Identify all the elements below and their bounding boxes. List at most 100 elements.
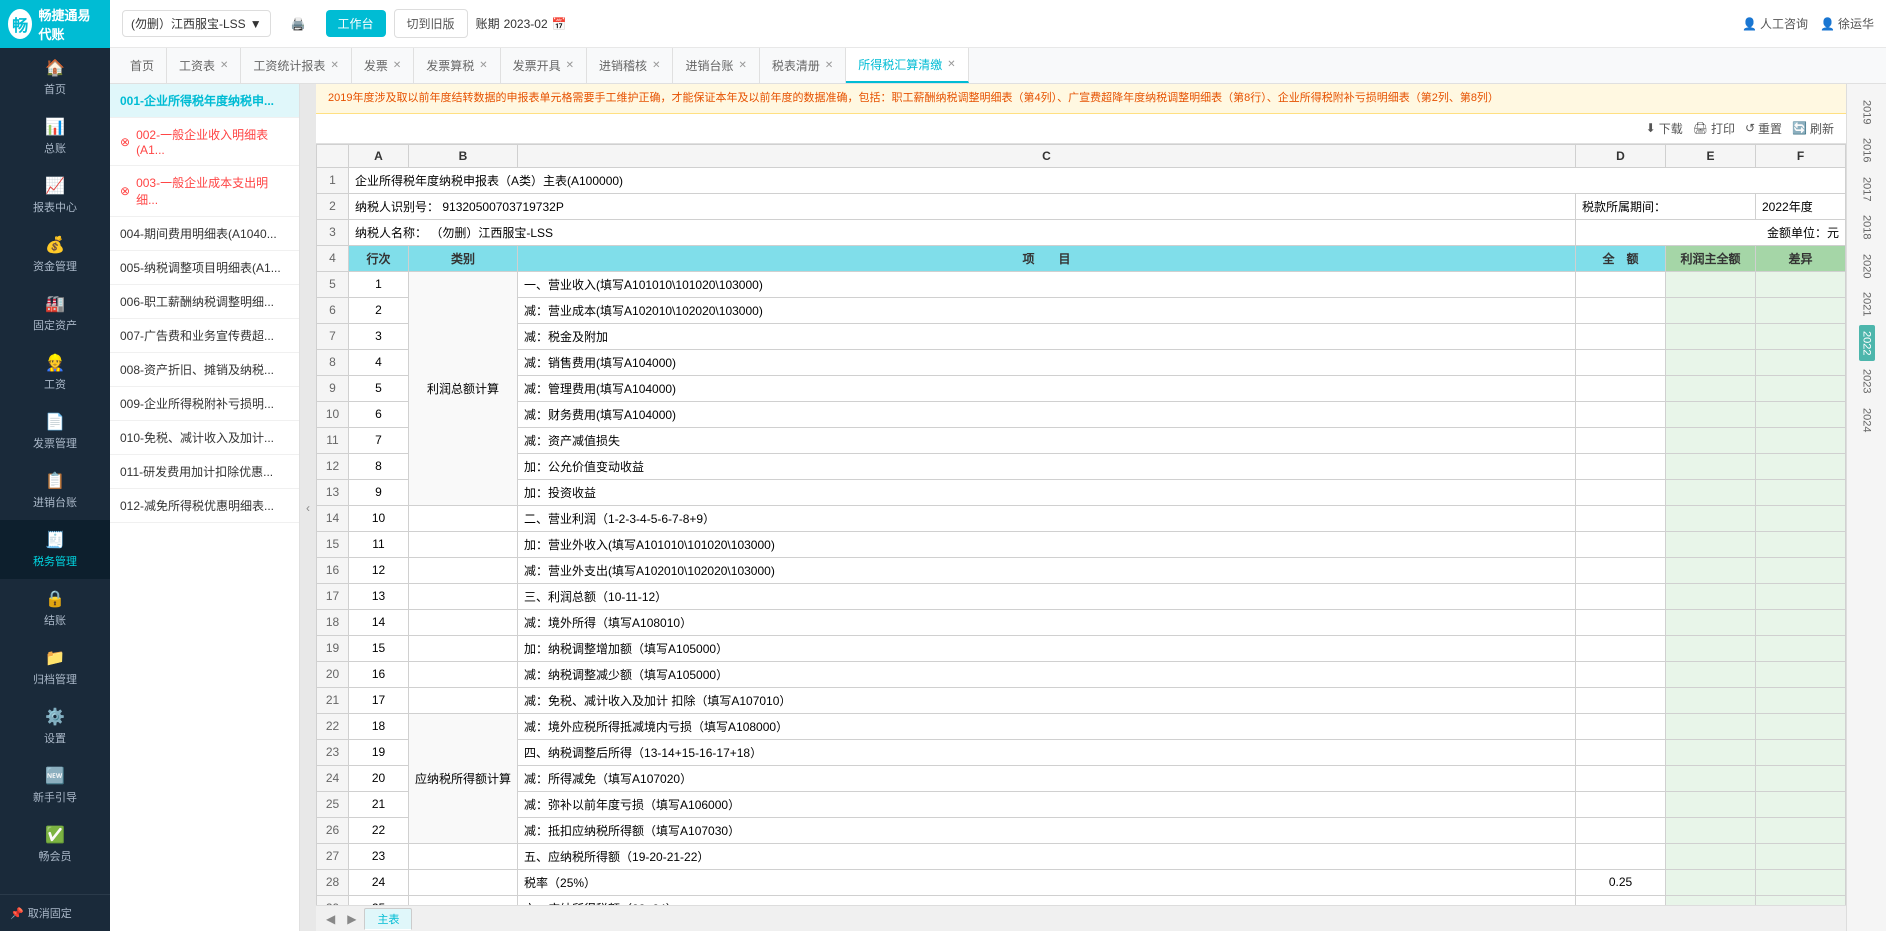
row-2-diff[interactable] bbox=[1756, 297, 1846, 323]
row-7-item[interactable]: 减：资产减值损失 bbox=[518, 427, 1576, 453]
row-17-amount[interactable] bbox=[1576, 687, 1666, 713]
row-4-item[interactable]: 减：销售费用(填写A104000) bbox=[518, 349, 1576, 375]
row-10-num[interactable]: 10 bbox=[349, 505, 409, 531]
row-15-amount[interactable] bbox=[1576, 635, 1666, 661]
row-9-amount[interactable] bbox=[1576, 479, 1666, 505]
row-16-item[interactable]: 减：纳税调整减少额（填写A105000） bbox=[518, 661, 1576, 687]
sidebar-item-tax[interactable]: 🧾 税务管理 bbox=[0, 520, 110, 579]
row-12-diff[interactable] bbox=[1756, 557, 1846, 583]
row-15-num[interactable]: 15 bbox=[349, 635, 409, 661]
row-5-item[interactable]: 减：管理费用(填写A104000) bbox=[518, 375, 1576, 401]
sidebar-item-sales[interactable]: 📋 进销台账 bbox=[0, 461, 110, 520]
row-18-num[interactable]: 18 bbox=[349, 713, 409, 739]
row-19-profit[interactable] bbox=[1666, 739, 1756, 765]
row-20-profit[interactable] bbox=[1666, 765, 1756, 791]
row-10-diff[interactable] bbox=[1756, 505, 1846, 531]
row-24-profit[interactable] bbox=[1666, 869, 1756, 895]
year-item-2023[interactable]: 2023 bbox=[1859, 363, 1875, 399]
row-21-amount[interactable] bbox=[1576, 791, 1666, 817]
row-20-diff[interactable] bbox=[1756, 765, 1846, 791]
company-selector[interactable]: (勿删）江西服宝-LSS ▼ bbox=[122, 10, 271, 37]
table-row[interactable]: 21 17 减：免税、减计收入及加计 扣除（填写A107010） bbox=[317, 687, 1846, 713]
tab-invoice-calc-close[interactable]: ✕ bbox=[479, 60, 487, 71]
table-row[interactable]: 29 25 六、应纳所得税额（23×24） bbox=[317, 895, 1846, 905]
sidebar-item-archive[interactable]: 📁 归档管理 bbox=[0, 638, 110, 697]
row-17-profit[interactable] bbox=[1666, 687, 1756, 713]
row-13-num[interactable]: 13 bbox=[349, 583, 409, 609]
row-2-num[interactable]: 2 bbox=[349, 297, 409, 323]
table-row[interactable]: 16 12 减：营业外支出(填写A102010\102020\103000) bbox=[317, 557, 1846, 583]
tab-payroll-stats[interactable]: 工资统计报表 ✕ bbox=[241, 48, 351, 83]
row-12-num[interactable]: 12 bbox=[349, 557, 409, 583]
row-2-amount[interactable] bbox=[1576, 297, 1666, 323]
row-14-profit[interactable] bbox=[1666, 609, 1756, 635]
table-row[interactable]: 18 14 减：境外所得（填写A108010） bbox=[317, 609, 1846, 635]
row-18-amount[interactable] bbox=[1576, 713, 1666, 739]
sidebar-item-payroll[interactable]: 👷 工资 bbox=[0, 343, 110, 402]
left-menu-item-012[interactable]: 012-减免所得税优惠明细表... bbox=[110, 489, 299, 523]
worktable-btn[interactable]: 工作台 bbox=[326, 10, 386, 37]
row-1-diff[interactable] bbox=[1756, 271, 1846, 297]
table-row[interactable]: 24 20 减：所得减免（填写A107020） bbox=[317, 765, 1846, 791]
row-22-diff[interactable] bbox=[1756, 817, 1846, 843]
row-5-num[interactable]: 5 bbox=[349, 375, 409, 401]
year-item-2017[interactable]: 2017 bbox=[1859, 171, 1875, 207]
year-item-2019[interactable]: 2019 bbox=[1859, 94, 1875, 130]
table-row[interactable]: 19 15 加：纳税调整增加额（填写A105000） bbox=[317, 635, 1846, 661]
row-16-profit[interactable] bbox=[1666, 661, 1756, 687]
switch-old-btn[interactable]: 切到旧版 bbox=[394, 9, 468, 38]
table-row[interactable]: 17 13 三、利润总额（10-11-12） bbox=[317, 583, 1846, 609]
row-4-profit[interactable] bbox=[1666, 349, 1756, 375]
table-row[interactable]: 13 9 加：投资收益 bbox=[317, 479, 1846, 505]
row-8-item[interactable]: 加：公允价值变动收益 bbox=[518, 453, 1576, 479]
row-19-amount[interactable] bbox=[1576, 739, 1666, 765]
row-21-diff[interactable] bbox=[1756, 791, 1846, 817]
tab-home[interactable]: 首页 bbox=[118, 48, 167, 83]
sidebar-item-assets[interactable]: 💰 资金管理 bbox=[0, 225, 110, 284]
reset-btn[interactable]: ↺ 重置 bbox=[1745, 120, 1782, 137]
sidebar-item-home[interactable]: 🏠 首页 bbox=[0, 48, 110, 107]
row-13-amount[interactable] bbox=[1576, 583, 1666, 609]
row-22-amount[interactable] bbox=[1576, 817, 1666, 843]
sheet-nav-right[interactable]: ▶ bbox=[343, 910, 360, 928]
row-24-diff[interactable] bbox=[1756, 869, 1846, 895]
row-11-amount[interactable] bbox=[1576, 531, 1666, 557]
sidebar-footer[interactable]: 📌 取消固定 bbox=[0, 894, 110, 931]
row-11-diff[interactable] bbox=[1756, 531, 1846, 557]
left-menu-item-005[interactable]: 005-纳税调整项目明细表(A1... bbox=[110, 251, 299, 285]
row-2-profit[interactable] bbox=[1666, 297, 1756, 323]
row-13-diff[interactable] bbox=[1756, 583, 1846, 609]
row-3-amount[interactable] bbox=[1576, 323, 1666, 349]
row-10-amount[interactable] bbox=[1576, 505, 1666, 531]
table-row[interactable]: 15 11 加：营业外收入(填写A101010\101020\103000) bbox=[317, 531, 1846, 557]
row-6-num[interactable]: 6 bbox=[349, 401, 409, 427]
row-16-diff[interactable] bbox=[1756, 661, 1846, 687]
year-item-2020[interactable]: 2020 bbox=[1859, 248, 1875, 284]
tab-sales-ledger-close[interactable]: ✕ bbox=[738, 60, 746, 71]
row-6-item[interactable]: 减：财务费用(填写A104000) bbox=[518, 401, 1576, 427]
sidebar-item-invoice[interactable]: 📄 发票管理 bbox=[0, 402, 110, 461]
row-9-diff[interactable] bbox=[1756, 479, 1846, 505]
row-5-diff[interactable] bbox=[1756, 375, 1846, 401]
row-17-item[interactable]: 减：免税、减计收入及加计 扣除（填写A107010） bbox=[518, 687, 1576, 713]
row-9-item[interactable]: 加：投资收益 bbox=[518, 479, 1576, 505]
row-19-item[interactable]: 四、纳税调整后所得（13-14+15-16-17+18） bbox=[518, 739, 1576, 765]
table-row[interactable]: 14 10 二、营业利润（1-2-3-4-5-6-7-8+9） bbox=[317, 505, 1846, 531]
row-4-amount[interactable] bbox=[1576, 349, 1666, 375]
left-panel-collapse[interactable]: ‹ bbox=[300, 84, 316, 931]
table-row[interactable]: 10 6 减：财务费用(填写A104000) bbox=[317, 401, 1846, 427]
row-25-num[interactable]: 25 bbox=[349, 895, 409, 905]
left-menu-item-010[interactable]: 010-免税、减计收入及加计... bbox=[110, 421, 299, 455]
row-7-diff[interactable] bbox=[1756, 427, 1846, 453]
sidebar-item-settings[interactable]: ⚙️ 设置 bbox=[0, 697, 110, 756]
row-10-profit[interactable] bbox=[1666, 505, 1756, 531]
row-11-item[interactable]: 加：营业外收入(填写A101010\101020\103000) bbox=[518, 531, 1576, 557]
row-15-profit[interactable] bbox=[1666, 635, 1756, 661]
table-row[interactable]: 12 8 加：公允价值变动收益 bbox=[317, 453, 1846, 479]
row-8-profit[interactable] bbox=[1666, 453, 1756, 479]
left-menu-item-009[interactable]: 009-企业所得税附补亏损明... bbox=[110, 387, 299, 421]
table-row[interactable]: 11 7 减：资产减值损失 bbox=[317, 427, 1846, 453]
row-6-diff[interactable] bbox=[1756, 401, 1846, 427]
sidebar-item-ledger[interactable]: 📊 总账 bbox=[0, 107, 110, 166]
row-22-num[interactable]: 22 bbox=[349, 817, 409, 843]
